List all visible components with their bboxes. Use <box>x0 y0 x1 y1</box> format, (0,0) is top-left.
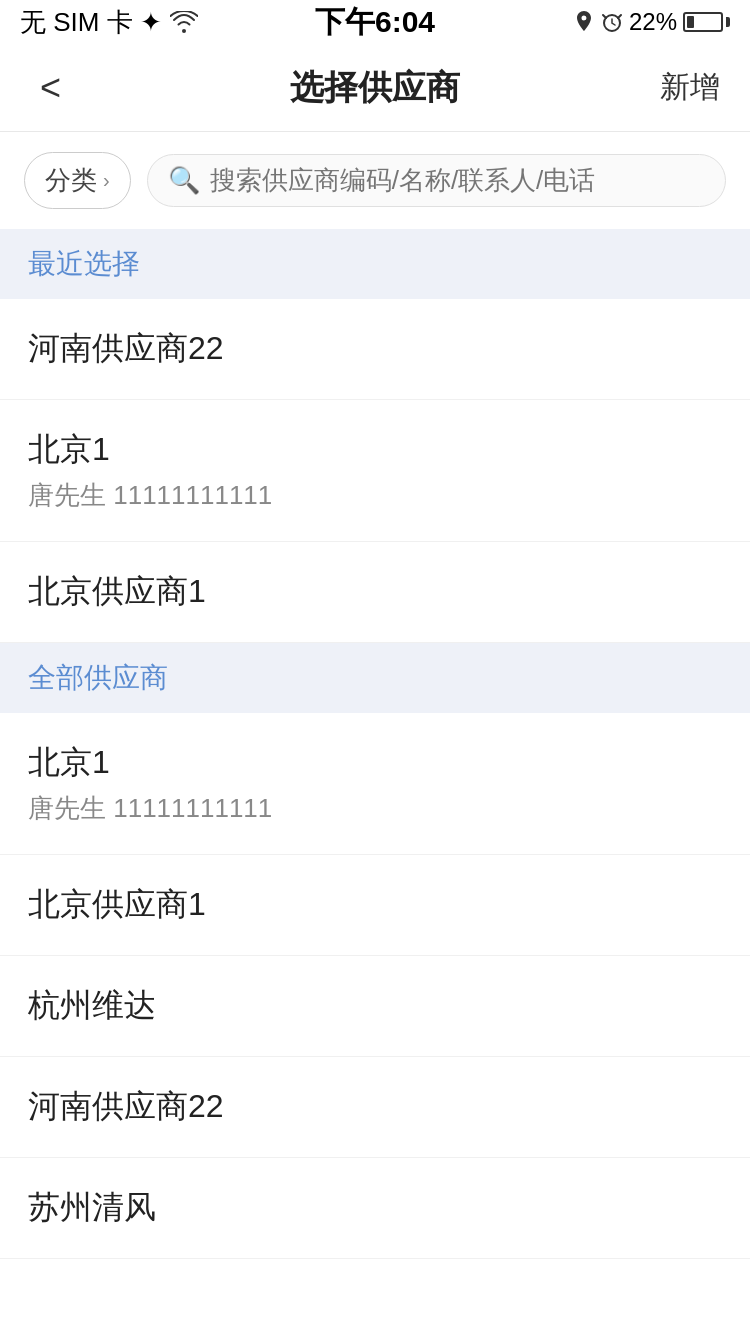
list-item[interactable]: 北京供应商1 <box>0 542 750 643</box>
battery-percent: 22% <box>629 8 677 36</box>
item-name: 杭州维达 <box>28 984 722 1028</box>
list-item[interactable]: 河南供应商22 <box>0 299 750 400</box>
item-name: 北京供应商1 <box>28 883 722 927</box>
item-sub: 唐先生 11111111111 <box>28 478 722 513</box>
status-bar: 无 SIM 卡 ✦ 下午6:04 22% <box>0 0 750 44</box>
item-name: 苏州清风 <box>28 1186 722 1230</box>
list-item[interactable]: 北京供应商1 <box>0 855 750 956</box>
filter-bar: 分类 › 🔍 <box>0 132 750 229</box>
item-name: 北京供应商1 <box>28 570 722 614</box>
status-right: 22% <box>573 8 730 36</box>
all-section-header: 全部供应商 <box>0 643 750 713</box>
item-name: 河南供应商22 <box>28 1085 722 1129</box>
all-list: 北京1 唐先生 11111111111 北京供应商1 杭州维达河南供应商22 苏州清风 <box>0 713 750 1259</box>
back-button[interactable]: < <box>30 57 71 119</box>
item-name: 河南供应商22 <box>28 327 722 371</box>
location-icon <box>573 11 595 33</box>
page-title: 选择供应商 <box>290 65 460 111</box>
recent-section-label: 最近选择 <box>28 248 140 279</box>
sim-label: 无 SIM 卡 ✦ <box>20 5 162 40</box>
item-name: 北京1 <box>28 428 722 472</box>
list-item[interactable]: 杭州维达 <box>0 956 750 1057</box>
list-item[interactable]: 北京1 唐先生 11111111111 <box>0 713 750 855</box>
recent-section-header: 最近选择 <box>0 229 750 299</box>
status-time: 下午6:04 <box>315 2 435 43</box>
alarm-icon <box>601 11 623 33</box>
search-icon: 🔍 <box>168 165 200 196</box>
list-item[interactable]: 河南供应商22 <box>0 1057 750 1158</box>
item-sub: 唐先生 11111111111 <box>28 791 722 826</box>
category-filter[interactable]: 分类 › <box>24 152 131 209</box>
recent-list: 河南供应商22 北京1 唐先生 11111111111 北京供应商1 <box>0 299 750 643</box>
item-name: 北京1 <box>28 741 722 785</box>
list-item[interactable]: 北京1 唐先生 11111111111 <box>0 400 750 542</box>
wifi-icon <box>170 11 198 33</box>
add-button[interactable]: 新增 <box>660 67 720 108</box>
all-section-label: 全部供应商 <box>28 662 168 693</box>
category-label: 分类 <box>45 163 97 198</box>
chevron-right-icon: › <box>103 169 110 192</box>
search-box[interactable]: 🔍 <box>147 154 726 207</box>
battery-icon <box>683 12 730 32</box>
nav-bar: < 选择供应商 新增 <box>0 44 750 132</box>
status-left: 无 SIM 卡 ✦ <box>20 5 198 40</box>
search-input[interactable] <box>210 165 705 196</box>
list-item[interactable]: 苏州清风 <box>0 1158 750 1259</box>
